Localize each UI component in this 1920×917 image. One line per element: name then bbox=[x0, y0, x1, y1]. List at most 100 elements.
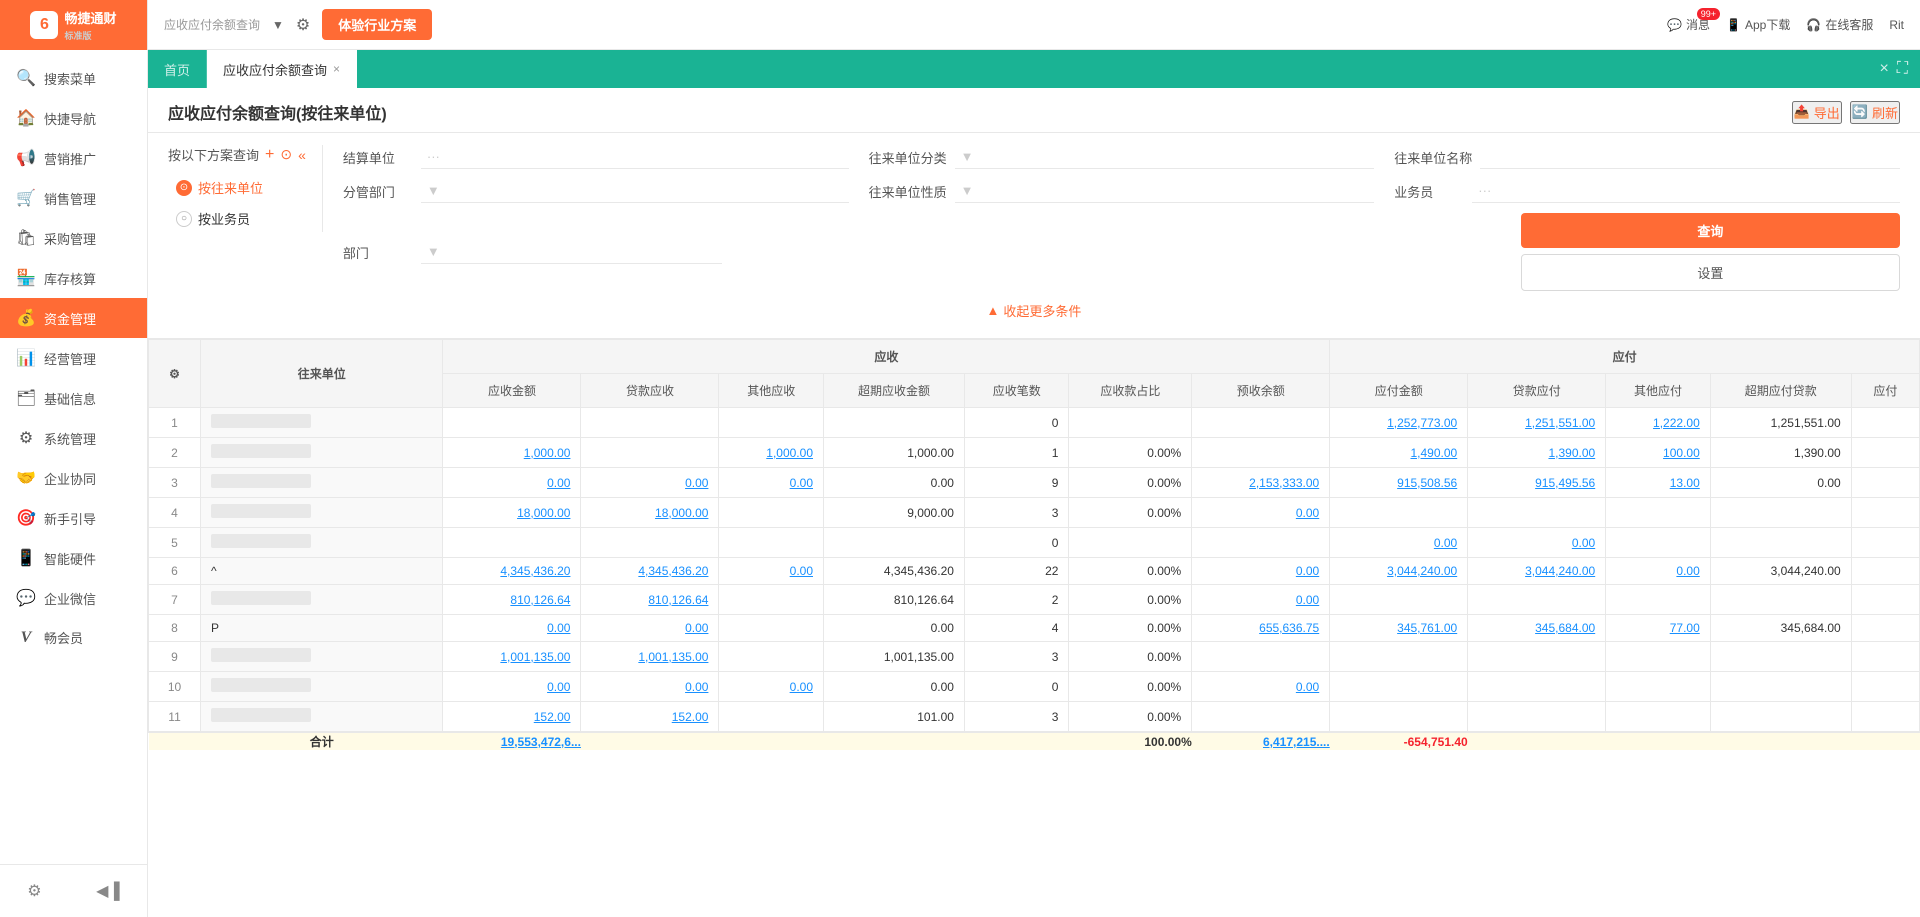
ap-amount-cell[interactable]: 3,044,240.00 bbox=[1330, 558, 1468, 585]
cell-value[interactable]: 0.00 bbox=[790, 476, 813, 490]
advance-balance-cell[interactable] bbox=[1192, 438, 1330, 468]
other-ap-cell[interactable]: 100.00 bbox=[1606, 438, 1711, 468]
other-ap-cell[interactable] bbox=[1606, 642, 1711, 672]
tab-expand-icon[interactable]: ⛶ bbox=[1897, 60, 1908, 78]
cell-value[interactable]: 1,390.00 bbox=[1548, 446, 1595, 460]
loan-ap-cell[interactable]: 1,390.00 bbox=[1468, 438, 1606, 468]
messages-button[interactable]: 💬 消息 99+ bbox=[1667, 16, 1710, 33]
settlement-unit-input[interactable]: ··· bbox=[421, 145, 849, 169]
refresh-button[interactable]: 🔄 刷新 bbox=[1850, 101, 1900, 124]
cell-value[interactable]: 13.00 bbox=[1670, 476, 1700, 490]
cell-value[interactable]: 3,044,240.00 bbox=[1525, 564, 1595, 578]
ar-amount-cell[interactable]: 0.00 bbox=[443, 468, 581, 498]
loan-ap-cell[interactable] bbox=[1468, 672, 1606, 702]
other-ar-cell[interactable] bbox=[719, 408, 824, 438]
advance-balance-cell[interactable] bbox=[1192, 408, 1330, 438]
cell-value[interactable]: 0.00 bbox=[790, 564, 813, 578]
cell-value[interactable]: 0.00 bbox=[685, 621, 708, 635]
cell-value[interactable]: 810,126.64 bbox=[510, 593, 570, 607]
sidebar-item-guide[interactable]: 🎯 新手引导 bbox=[0, 498, 147, 538]
loan-ap-cell[interactable] bbox=[1468, 498, 1606, 528]
sidebar-item-marketing[interactable]: 📢 营销推广 bbox=[0, 138, 147, 178]
department-input[interactable]: ▼ bbox=[421, 240, 722, 264]
scheme-by-partner[interactable]: ⊙ 按往来单位 bbox=[168, 174, 306, 201]
ap-amount-cell[interactable] bbox=[1330, 585, 1468, 615]
dept-manager-input[interactable]: ▼ bbox=[421, 179, 849, 203]
cell-value[interactable]: 2,153,333.00 bbox=[1249, 476, 1319, 490]
cell-value[interactable]: 0.00 bbox=[1434, 536, 1457, 550]
loan-ap-cell[interactable] bbox=[1468, 585, 1606, 615]
other-ar-cell[interactable]: 0.00 bbox=[719, 672, 824, 702]
loan-ar-cell[interactable] bbox=[581, 528, 719, 558]
loan-ap-cell[interactable]: 915,495.56 bbox=[1468, 468, 1606, 498]
ar-amount-cell[interactable] bbox=[443, 528, 581, 558]
advance-balance-cell[interactable]: 655,636.75 bbox=[1192, 615, 1330, 642]
other-ap-cell[interactable] bbox=[1606, 672, 1711, 702]
cell-value[interactable]: 152.00 bbox=[672, 710, 709, 724]
cell-value[interactable]: 345,684.00 bbox=[1535, 621, 1595, 635]
ar-amount-cell[interactable]: 810,126.64 bbox=[443, 585, 581, 615]
sidebar-item-collab[interactable]: 🤝 企业协同 bbox=[0, 458, 147, 498]
loan-ap-cell[interactable]: 0.00 bbox=[1468, 528, 1606, 558]
cell-value[interactable]: 345,761.00 bbox=[1397, 621, 1457, 635]
sidebar-item-quicknav[interactable]: 🏠 快捷导航 bbox=[0, 98, 147, 138]
ar-amount-cell[interactable]: 152.00 bbox=[443, 702, 581, 733]
ar-amount-cell[interactable]: 18,000.00 bbox=[443, 498, 581, 528]
advance-balance-cell[interactable]: 0.00 bbox=[1192, 672, 1330, 702]
advance-balance-cell[interactable] bbox=[1192, 702, 1330, 733]
summary-ar-amount[interactable]: 19,553,472,6... bbox=[443, 732, 581, 750]
tab-close-icon[interactable]: × bbox=[333, 62, 340, 76]
sidebar-item-wechat[interactable]: 💬 企业微信 bbox=[0, 578, 147, 618]
other-ar-cell[interactable] bbox=[719, 642, 824, 672]
ap-amount-cell[interactable] bbox=[1330, 672, 1468, 702]
cell-value[interactable]: 1,001,135.00 bbox=[638, 650, 708, 664]
cell-value[interactable]: 1,490.00 bbox=[1410, 446, 1457, 460]
cell-value[interactable]: 152.00 bbox=[534, 710, 571, 724]
sidebar-item-purchase[interactable]: 🛍 采购管理 bbox=[0, 218, 147, 258]
cell-value[interactable]: 1,001,135.00 bbox=[500, 650, 570, 664]
sidebar-item-hardware[interactable]: 📱 智能硬件 bbox=[0, 538, 147, 578]
cell-value[interactable]: 0.00 bbox=[547, 680, 570, 694]
cell-value[interactable]: 0.00 bbox=[790, 680, 813, 694]
sidebar-item-operations[interactable]: 📊 经营管理 bbox=[0, 338, 147, 378]
cell-value[interactable]: 0.00 bbox=[1296, 506, 1319, 520]
cell-value[interactable]: 0.00 bbox=[685, 680, 708, 694]
cell-value[interactable]: 655,636.75 bbox=[1259, 621, 1319, 635]
loan-ar-cell[interactable]: 0.00 bbox=[581, 672, 719, 702]
loan-ar-cell[interactable] bbox=[581, 438, 719, 468]
sidebar-item-system[interactable]: ⚙ 系统管理 bbox=[0, 418, 147, 458]
cell-value[interactable]: 1,251,551.00 bbox=[1525, 416, 1595, 430]
cell-value[interactable]: 1,000.00 bbox=[524, 446, 571, 460]
loan-ap-cell[interactable] bbox=[1468, 642, 1606, 672]
sidebar-item-finance[interactable]: 💰 资金管理 bbox=[0, 298, 147, 338]
cell-value[interactable]: 0.00 bbox=[1296, 564, 1319, 578]
sidebar-item-basic[interactable]: 🗂 基础信息 bbox=[0, 378, 147, 418]
loan-ap-cell[interactable]: 3,044,240.00 bbox=[1468, 558, 1606, 585]
ar-amount-cell[interactable] bbox=[443, 408, 581, 438]
other-ar-cell[interactable] bbox=[719, 528, 824, 558]
other-ar-cell[interactable]: 0.00 bbox=[719, 468, 824, 498]
tab-home[interactable]: 首页 bbox=[148, 50, 207, 88]
th-settings[interactable]: ⚙ bbox=[149, 340, 201, 408]
user-menu[interactable]: Rit bbox=[1889, 18, 1904, 32]
loan-ar-cell[interactable]: 1,001,135.00 bbox=[581, 642, 719, 672]
cell-value[interactable]: 1,222.00 bbox=[1653, 416, 1700, 430]
loan-ap-cell[interactable]: 1,251,551.00 bbox=[1468, 408, 1606, 438]
cell-value[interactable]: 18,000.00 bbox=[517, 506, 570, 520]
scheme-by-employee[interactable]: ○ 按业务员 bbox=[168, 205, 306, 232]
loan-ar-cell[interactable]: 0.00 bbox=[581, 468, 719, 498]
tab-ar-ap[interactable]: 应收应付余额查询 × bbox=[207, 50, 357, 88]
other-ap-cell[interactable] bbox=[1606, 498, 1711, 528]
table-wrapper[interactable]: ⚙ 往来单位 应收 应付 bbox=[148, 339, 1920, 917]
loan-ar-cell[interactable]: 0.00 bbox=[581, 615, 719, 642]
ap-amount-cell[interactable]: 0.00 bbox=[1330, 528, 1468, 558]
collapse-filter-button[interactable]: ▲ 收起更多条件 bbox=[168, 295, 1900, 326]
cell-value[interactable]: 18,000.00 bbox=[655, 506, 708, 520]
partner-category-input[interactable]: ▼ bbox=[955, 145, 1375, 169]
cell-value[interactable]: 1,000.00 bbox=[766, 446, 813, 460]
ar-amount-cell[interactable]: 1,001,135.00 bbox=[443, 642, 581, 672]
export-button[interactable]: 📤 导出 bbox=[1792, 101, 1842, 124]
ap-amount-cell[interactable] bbox=[1330, 498, 1468, 528]
other-ar-cell[interactable] bbox=[719, 615, 824, 642]
cell-value[interactable]: 4,345,436.20 bbox=[638, 564, 708, 578]
